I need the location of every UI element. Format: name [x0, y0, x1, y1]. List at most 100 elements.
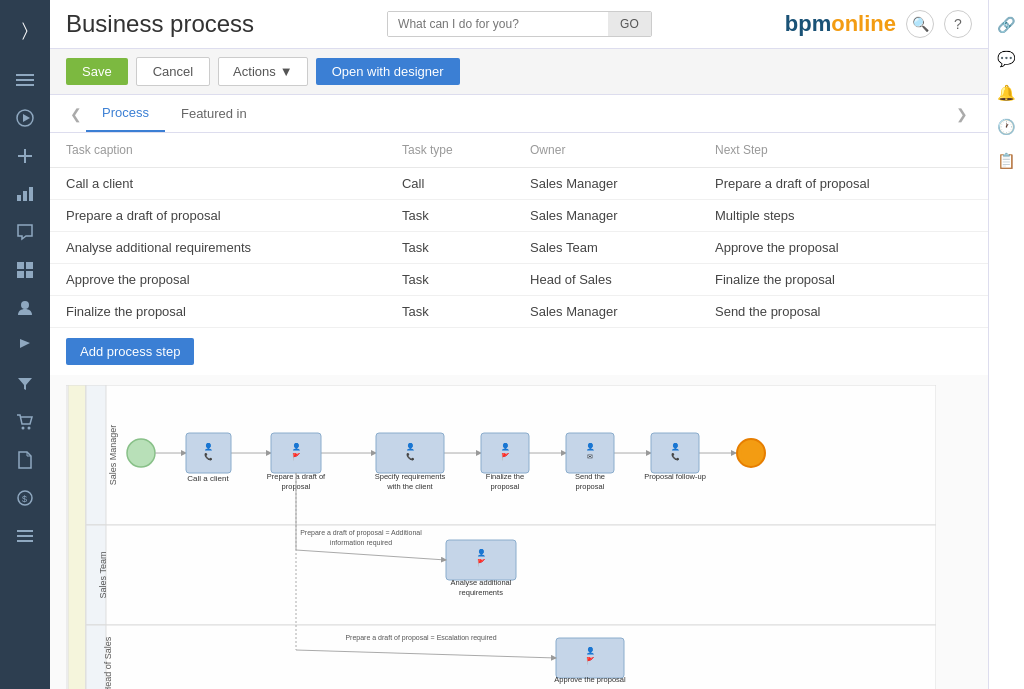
condition-label2: information required	[330, 539, 392, 547]
add-process-step-button[interactable]: Add process step	[66, 338, 194, 365]
svg-rect-11	[26, 262, 33, 269]
search-input[interactable]	[388, 12, 608, 36]
cell-owner: Head of Sales	[514, 264, 699, 296]
search-icon[interactable]: 🔍	[906, 10, 934, 38]
svg-rect-21	[17, 540, 33, 542]
cell-next: Prepare a draft of proposal	[699, 168, 988, 200]
table-row: Prepare a draft of proposalTaskSales Man…	[50, 200, 988, 232]
svg-text:👤: 👤	[671, 442, 680, 451]
sidebar-icon-menu[interactable]	[0, 61, 50, 99]
cell-caption: Analyse additional requirements	[50, 232, 386, 264]
cell-type: Task	[386, 200, 514, 232]
header: Business process GO bpmonline 🔍 ?	[50, 0, 988, 49]
svg-rect-12	[17, 271, 24, 278]
sidebar-icon-flag[interactable]	[0, 327, 50, 365]
cell-caption: Finalize the proposal	[50, 296, 386, 328]
cancel-button[interactable]: Cancel	[136, 57, 210, 86]
cell-type: Task	[386, 232, 514, 264]
tab-next-icon[interactable]: ❯	[952, 106, 972, 122]
process-diagram: Short Sale Sales Manager Sales Team Head…	[66, 385, 936, 689]
sidebar-icon-list[interactable]	[0, 517, 50, 555]
svg-rect-0	[16, 74, 34, 76]
search-bar: GO	[387, 11, 652, 37]
logo: bpmonline	[785, 11, 896, 37]
sidebar-icon-funnel[interactable]	[0, 365, 50, 403]
search-go-button[interactable]: GO	[608, 12, 651, 36]
sidebar-icon-grid[interactable]	[0, 251, 50, 289]
actions-label: Actions	[233, 64, 276, 79]
right-panel: 🔗 💬 🔔 🕐 📋	[988, 0, 1024, 689]
cell-owner: Sales Manager	[514, 296, 699, 328]
svg-marker-4	[23, 114, 30, 122]
cell-next: Approve the proposal	[699, 232, 988, 264]
actions-button[interactable]: Actions ▼	[218, 57, 308, 86]
sidebar-icon-chat[interactable]	[0, 213, 50, 251]
sales-manager-lane-label: Sales Manager	[108, 425, 118, 486]
call-label: Call a client	[187, 474, 229, 483]
page-title: Business process	[66, 10, 254, 38]
svg-rect-8	[23, 191, 27, 201]
tab-featured-in[interactable]: Featured in	[165, 96, 263, 131]
svg-text:👤: 👤	[477, 548, 486, 557]
svg-text:🚩: 🚩	[586, 656, 595, 665]
specify-label1: Specify requirements	[375, 472, 446, 481]
right-panel-link-icon[interactable]: 🔗	[989, 8, 1024, 42]
start-node	[127, 439, 155, 467]
svg-rect-10	[17, 262, 24, 269]
sidebar-icon-chart[interactable]	[0, 175, 50, 213]
head-of-sales-lane-label: Head of Sales	[103, 636, 113, 689]
right-panel-chat-icon[interactable]: 💬	[989, 42, 1024, 76]
svg-text:🚩: 🚩	[501, 452, 510, 461]
finalize-label1: Finalize the	[486, 472, 524, 481]
sidebar-icon-plus[interactable]	[0, 137, 50, 175]
cell-caption: Call a client	[50, 168, 386, 200]
cell-owner: Sales Manager	[514, 168, 699, 200]
svg-rect-6	[18, 155, 32, 157]
cell-caption: Approve the proposal	[50, 264, 386, 296]
sidebar-icon-play[interactable]	[0, 99, 50, 137]
svg-rect-9	[29, 187, 33, 201]
help-icon[interactable]: ?	[944, 10, 972, 38]
svg-text:$: $	[22, 494, 27, 504]
open-designer-button[interactable]: Open with designer	[316, 58, 460, 85]
svg-point-16	[28, 427, 31, 430]
col-task-type: Task type	[386, 133, 514, 168]
svg-text:🚩: 🚩	[477, 558, 486, 567]
sidebar-toggle[interactable]: 〉	[12, 10, 38, 51]
cell-next: Multiple steps	[699, 200, 988, 232]
svg-text:👤: 👤	[586, 442, 595, 451]
cell-type: Task	[386, 296, 514, 328]
table-row: Analyse additional requirementsTaskSales…	[50, 232, 988, 264]
cell-next: Send the proposal	[699, 296, 988, 328]
diagram-area: Short Sale Sales Manager Sales Team Head…	[50, 375, 988, 689]
analyse-label2: requirements	[459, 588, 503, 597]
cell-type: Call	[386, 168, 514, 200]
svg-rect-13	[26, 271, 33, 278]
save-button[interactable]: Save	[66, 58, 128, 85]
right-panel-doc-icon[interactable]: 📋	[989, 144, 1024, 178]
tab-process[interactable]: Process	[86, 95, 165, 132]
cell-next: Finalize the proposal	[699, 264, 988, 296]
right-panel-clock-icon[interactable]: 🕐	[989, 110, 1024, 144]
svg-text:👤: 👤	[501, 442, 510, 451]
svg-text:📞: 📞	[406, 452, 415, 461]
followup-label1: Proposal follow-up	[644, 472, 706, 481]
svg-rect-23	[68, 385, 86, 689]
sidebar-icon-cart[interactable]	[0, 403, 50, 441]
cell-owner: Sales Manager	[514, 200, 699, 232]
col-task-caption: Task caption	[50, 133, 386, 168]
svg-text:✉: ✉	[587, 453, 593, 460]
svg-text:🚩: 🚩	[292, 452, 301, 461]
right-panel-bell-icon[interactable]: 🔔	[989, 76, 1024, 110]
sidebar-icon-coin[interactable]: $	[0, 479, 50, 517]
svg-point-42	[741, 443, 761, 463]
process-table: Task caption Task type Owner Next Step C…	[50, 133, 988, 328]
svg-text:👤: 👤	[292, 442, 301, 451]
tab-prev-icon[interactable]: ❮	[66, 106, 86, 122]
svg-rect-20	[17, 535, 33, 537]
sidebar-icon-user[interactable]	[0, 289, 50, 327]
sidebar-icon-document[interactable]	[0, 441, 50, 479]
table-row: Call a clientCallSales ManagerPrepare a …	[50, 168, 988, 200]
svg-rect-25	[86, 385, 106, 525]
col-next-step: Next Step	[699, 133, 988, 168]
